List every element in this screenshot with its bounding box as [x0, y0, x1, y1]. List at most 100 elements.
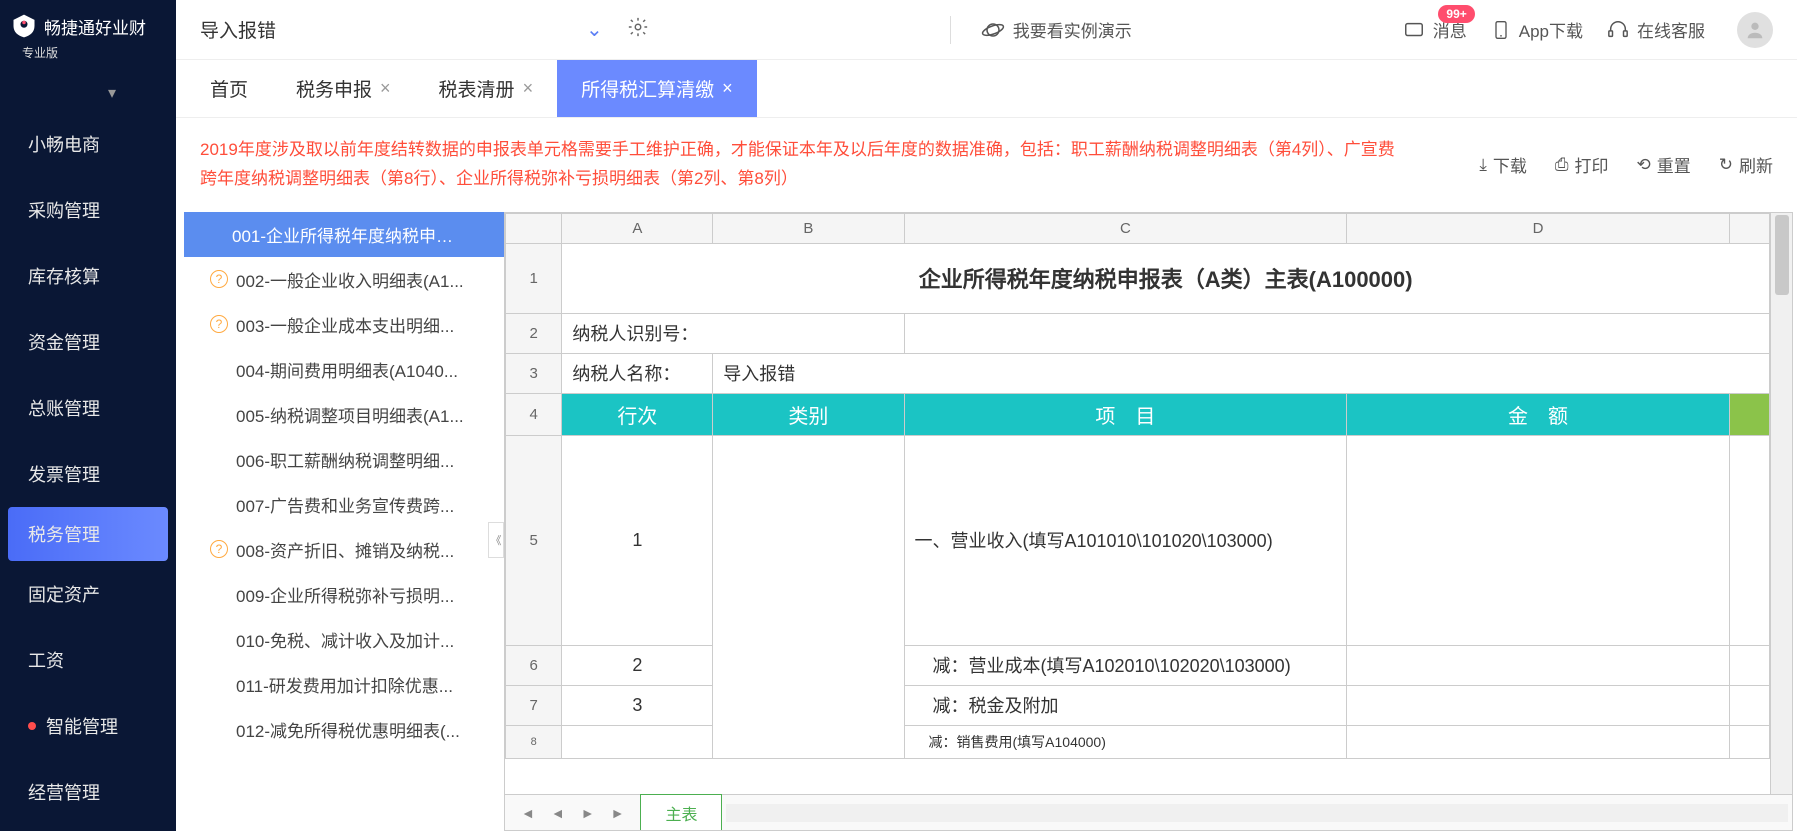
row-header-4[interactable]: 4 [506, 393, 562, 435]
row-header-1[interactable]: 1 [506, 243, 562, 313]
sheet-tab[interactable]: 主表 [640, 794, 722, 831]
sidebar-item-2[interactable]: 库存核算 [0, 243, 176, 309]
phone-icon [1491, 19, 1511, 41]
horizontal-scrollbar[interactable] [726, 804, 1788, 822]
collapse-tree-button[interactable]: 《 [488, 522, 504, 558]
sidebar-item-8[interactable]: 工资 [0, 627, 176, 693]
chevron-down-icon[interactable]: ⌄ [586, 17, 603, 42]
tree-item-2[interactable]: ?003-一般企业成本支出明细... [184, 302, 504, 347]
row-header-2[interactable]: 2 [506, 313, 562, 353]
support-link[interactable]: 在线客服 [1607, 17, 1705, 42]
row-header-5[interactable]: 5 [506, 435, 562, 645]
question-icon: ? [210, 315, 228, 333]
tree-item-6[interactable]: 007-广告费和业务宣传费跨... [184, 482, 504, 527]
col-header-d[interactable]: D [1347, 213, 1729, 243]
row-header-7[interactable]: 7 [506, 685, 562, 725]
cell-r5-num[interactable]: 1 [562, 435, 713, 645]
cell-r5-item[interactable]: 一、营业收入(填写A101010\101020\103000) [904, 435, 1347, 645]
cell-r6-num[interactable]: 2 [562, 645, 713, 685]
tree-item-1[interactable]: ?002-一般企业收入明细表(A1... [184, 257, 504, 302]
sidebar-item-10[interactable]: 经营管理 [0, 759, 176, 825]
tree-item-3[interactable]: 004-期间费用明细表(A1040... [184, 347, 504, 392]
tree-item-4[interactable]: 005-纳税调整项目明细表(A1... [184, 392, 504, 437]
print-icon: ⎙ [1555, 155, 1569, 175]
sidebar-item-9[interactable]: 智能管理 [0, 693, 176, 759]
gear-icon[interactable] [627, 16, 649, 44]
planet-icon [981, 18, 1005, 42]
messages-link[interactable]: 消息 99+ [1403, 17, 1467, 42]
report-tree: 001-企业所得税年度纳税申…?002-一般企业收入明细表(A1...?003-… [184, 212, 504, 831]
col-category[interactable]: 类别 [713, 393, 904, 435]
sidebar-item-5[interactable]: 发票管理 [0, 441, 176, 507]
headset-icon [1607, 19, 1629, 41]
col-amount[interactable]: 金 额 [1347, 393, 1729, 435]
page-title-wrap: 导入报错 ⌄ [200, 16, 649, 44]
col-header-a[interactable]: A [562, 213, 713, 243]
spreadsheet: A B C D 1 企业所得税年度纳税申报表（A类）主表(A100000) 2 … [504, 212, 1793, 831]
sidebar-item-6[interactable]: 税务管理 [8, 507, 168, 561]
user-avatar[interactable] [1737, 12, 1773, 48]
tab-1[interactable]: 税务申报× [272, 60, 415, 117]
tab-2[interactable]: 税表清册× [415, 60, 558, 117]
tree-item-8[interactable]: 009-企业所得税弥补亏损明... [184, 572, 504, 617]
tree-item-9[interactable]: 010-免税、减计收入及加计... [184, 617, 504, 662]
row-header-3[interactable]: 3 [506, 353, 562, 393]
spreadsheet-grid[interactable]: A B C D 1 企业所得税年度纳税申报表（A类）主表(A100000) 2 … [505, 213, 1770, 759]
sidebar-item-3[interactable]: 资金管理 [0, 309, 176, 375]
tree-item-5[interactable]: 006-职工薪酬纳税调整明细... [184, 437, 504, 482]
toolbar: 2019年度涉及取以前年度结转数据的申报表单元格需要手工维护正确，才能保证本年及… [176, 118, 1797, 212]
close-icon[interactable]: × [380, 78, 391, 99]
taxpayer-name-label[interactable]: 纳税人名称： [562, 353, 713, 393]
cell-r5-amount[interactable] [1347, 435, 1729, 645]
page-title: 导入报错 [200, 16, 276, 43]
taxpayer-id-label[interactable]: 纳税人识别号： [562, 313, 904, 353]
row-header-6[interactable]: 6 [506, 645, 562, 685]
taxpayer-name-value[interactable]: 导入报错 [713, 353, 1770, 393]
cell-r7-item[interactable]: 减：税金及附加 [904, 685, 1347, 725]
question-icon: ? [210, 270, 228, 288]
download-button[interactable]: ⤓下载 [1479, 152, 1527, 177]
tree-item-0[interactable]: 001-企业所得税年度纳税申… [184, 212, 504, 257]
sidebar-item-truncated[interactable]: ▾ [0, 71, 176, 111]
reset-button[interactable]: ⟲重置 [1637, 152, 1691, 177]
app-download-link[interactable]: App下载 [1491, 17, 1583, 42]
col-rownum[interactable]: 行次 [562, 393, 713, 435]
sidebar: 畅捷通好业财 专业版 ▾ 小畅电商采购管理库存核算资金管理总账管理发票管理税务管… [0, 0, 176, 831]
col-item[interactable]: 项 目 [904, 393, 1347, 435]
sidebar-item-7[interactable]: 固定资产 [0, 561, 176, 627]
sidebar-item-0[interactable]: 小畅电商 [0, 111, 176, 177]
tree-item-7[interactable]: ?008-资产折旧、摊销及纳税... [184, 527, 504, 572]
sidebar-item-1[interactable]: 采购管理 [0, 177, 176, 243]
vertical-scrollbar[interactable] [1770, 213, 1792, 794]
cell-r6-item[interactable]: 减：营业成本(填写A102010\102020\103000) [904, 645, 1347, 685]
download-icon: ⤓ [1479, 155, 1487, 175]
tree-item-11[interactable]: 012-减免所得税优惠明细表(... [184, 707, 504, 752]
refresh-button[interactable]: ↻刷新 [1719, 152, 1773, 177]
edition-label: 专业版 [0, 44, 176, 71]
grid-corner[interactable] [506, 213, 562, 243]
sheet-footer: ◄◄►► 主表 [505, 794, 1792, 830]
user-icon [1744, 19, 1766, 41]
sidebar-item-4[interactable]: 总账管理 [0, 375, 176, 441]
header-bar: 导入报错 ⌄ 我要看实例演示 消息 99+ App下载 在线客服 [176, 0, 1797, 60]
sheet-title[interactable]: 企业所得税年度纳税申报表（A类）主表(A100000) [562, 243, 1770, 313]
col-header-c[interactable]: C [904, 213, 1347, 243]
brand-name: 畅捷通好业财 [44, 14, 146, 39]
close-icon[interactable]: × [523, 78, 534, 99]
main-area: 导入报错 ⌄ 我要看实例演示 消息 99+ App下载 在线客服 [176, 0, 1797, 831]
tab-0[interactable]: 首页 [186, 60, 272, 117]
tab-bar: 首页税务申报×税表清册×所得税汇算清缴× [176, 60, 1797, 118]
taxpayer-id-value[interactable] [904, 313, 1770, 353]
cell-category[interactable] [713, 435, 904, 758]
demo-link[interactable]: 我要看实例演示 [981, 17, 1132, 42]
cell-r7-num[interactable]: 3 [562, 685, 713, 725]
tree-item-10[interactable]: 011-研发费用加计扣除优惠... [184, 662, 504, 707]
refresh-icon: ↻ [1719, 155, 1733, 175]
message-badge: 99+ [1438, 5, 1474, 23]
tab-3[interactable]: 所得税汇算清缴× [557, 60, 757, 117]
close-icon[interactable]: × [722, 78, 733, 99]
sheet-nav[interactable]: ◄◄►► [505, 805, 640, 821]
print-button[interactable]: ⎙打印 [1555, 152, 1609, 177]
col-header-b[interactable]: B [713, 213, 904, 243]
cell-r8-item[interactable]: 减：销售费用(填写A104000) [904, 725, 1347, 758]
